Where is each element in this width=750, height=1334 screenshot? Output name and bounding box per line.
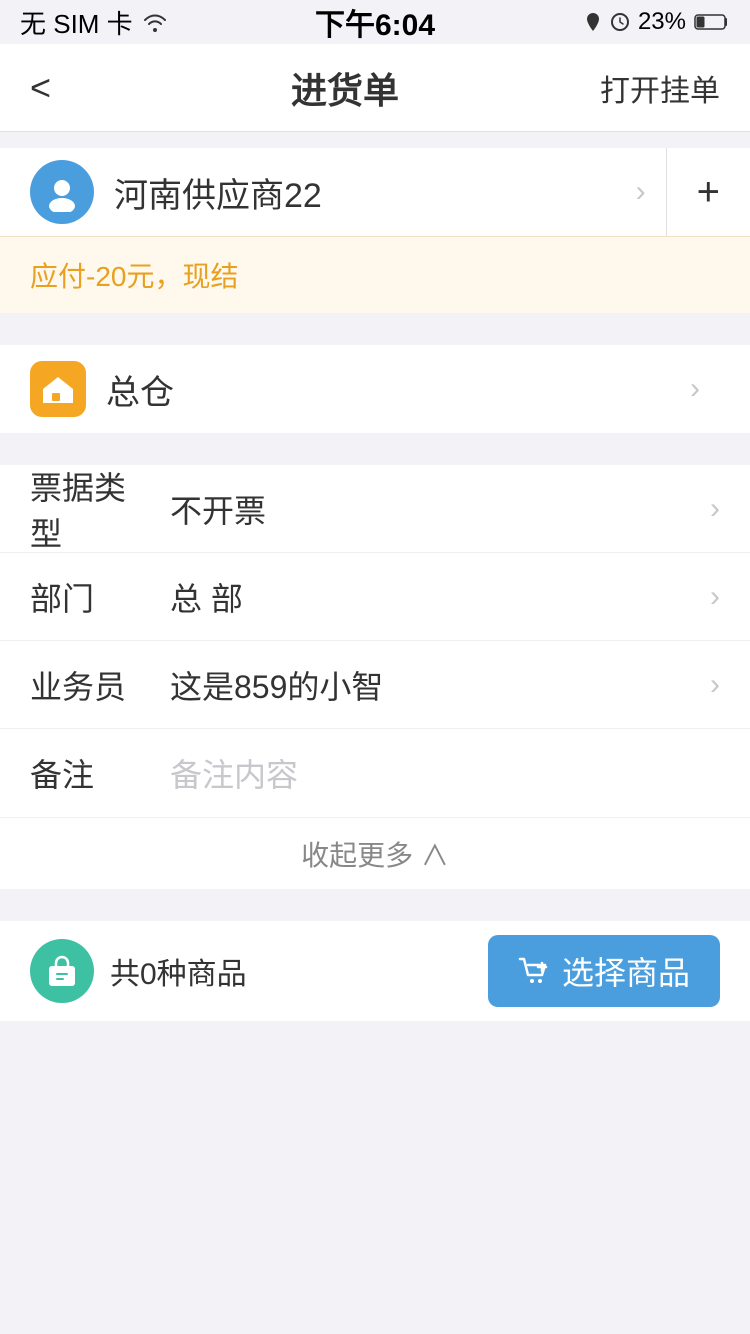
remark-value: 备注内容 [150, 750, 720, 796]
wifi-icon [141, 12, 169, 32]
supplier-name: 河南供应商22 [114, 168, 616, 217]
cart-add-icon [518, 957, 550, 985]
salesperson-value: 这是859的小智 [150, 662, 710, 708]
salesperson-label: 业务员 [30, 662, 150, 708]
salesperson-row[interactable]: 业务员 这是859的小智 › [0, 641, 750, 729]
department-chevron-icon: › [710, 580, 720, 614]
form-section: 票据类型 不开票 › 部门 总 部 › 业务员 这是859的小智 › 备注 备注… [0, 465, 750, 817]
divider-1 [0, 132, 750, 148]
invoice-type-row[interactable]: 票据类型 不开票 › [0, 465, 750, 553]
warehouse-icon [40, 371, 76, 407]
divider-4 [0, 889, 750, 905]
battery-icon [694, 13, 730, 31]
product-count-area: 共0种商品 [30, 939, 247, 1003]
divider-3 [0, 433, 750, 449]
warehouse-chevron-icon: › [690, 372, 700, 406]
shopping-bag-icon [43, 952, 81, 990]
battery-label: 23% [638, 8, 686, 36]
select-product-label: 选择商品 [562, 948, 690, 994]
collapse-row[interactable]: 收起更多 ∧ [0, 817, 750, 889]
status-bar-left: 无 SIM 卡 [20, 4, 169, 41]
status-bar-right: 23% [584, 8, 730, 36]
remark-row[interactable]: 备注 备注内容 [0, 729, 750, 817]
location-icon [584, 11, 602, 33]
clock-icon [610, 12, 630, 32]
content-area [0, 1021, 750, 1321]
collapse-label: 收起更多 ∧ [301, 834, 449, 874]
supplier-section: 河南供应商22 › + [0, 148, 750, 236]
salesperson-chevron-icon: › [710, 668, 720, 702]
department-row[interactable]: 部门 总 部 › [0, 553, 750, 641]
warehouse-icon-bg [30, 361, 86, 417]
department-value: 总 部 [150, 574, 710, 620]
warehouse-section[interactable]: 总仓 › [0, 345, 750, 433]
bottom-bar: 共0种商品 选择商品 [0, 921, 750, 1021]
select-product-button[interactable]: 选择商品 [488, 935, 720, 1007]
status-bar: 无 SIM 卡 下午6:04 23% [0, 0, 750, 44]
invoice-type-value: 不开票 [150, 486, 710, 532]
invoice-type-label: 票据类型 [30, 463, 150, 555]
supplier-notice: 应付-20元，现结 [0, 236, 750, 313]
select-product-icon [518, 957, 550, 985]
department-label: 部门 [30, 574, 150, 620]
carrier-label: 无 SIM 卡 [20, 4, 133, 41]
remark-label: 备注 [30, 750, 150, 796]
supplier-chevron-icon: › [636, 175, 646, 209]
product-count-label: 共0种商品 [110, 949, 247, 993]
supplier-row[interactable]: 河南供应商22 › [30, 148, 667, 236]
product-icon-bg [30, 939, 94, 1003]
nav-bar: < 进货单 打开挂单 [0, 44, 750, 132]
warehouse-name: 总仓 [106, 365, 670, 414]
back-button[interactable]: < [30, 67, 90, 109]
page-title: 进货单 [90, 62, 600, 114]
open-pending-button[interactable]: 打开挂单 [600, 66, 720, 110]
add-supplier-button[interactable]: + [667, 148, 720, 236]
status-bar-time: 下午6:04 [315, 0, 435, 44]
supplier-avatar [30, 160, 94, 224]
invoice-type-chevron-icon: › [710, 492, 720, 526]
user-icon [42, 172, 82, 212]
divider-2 [0, 313, 750, 329]
